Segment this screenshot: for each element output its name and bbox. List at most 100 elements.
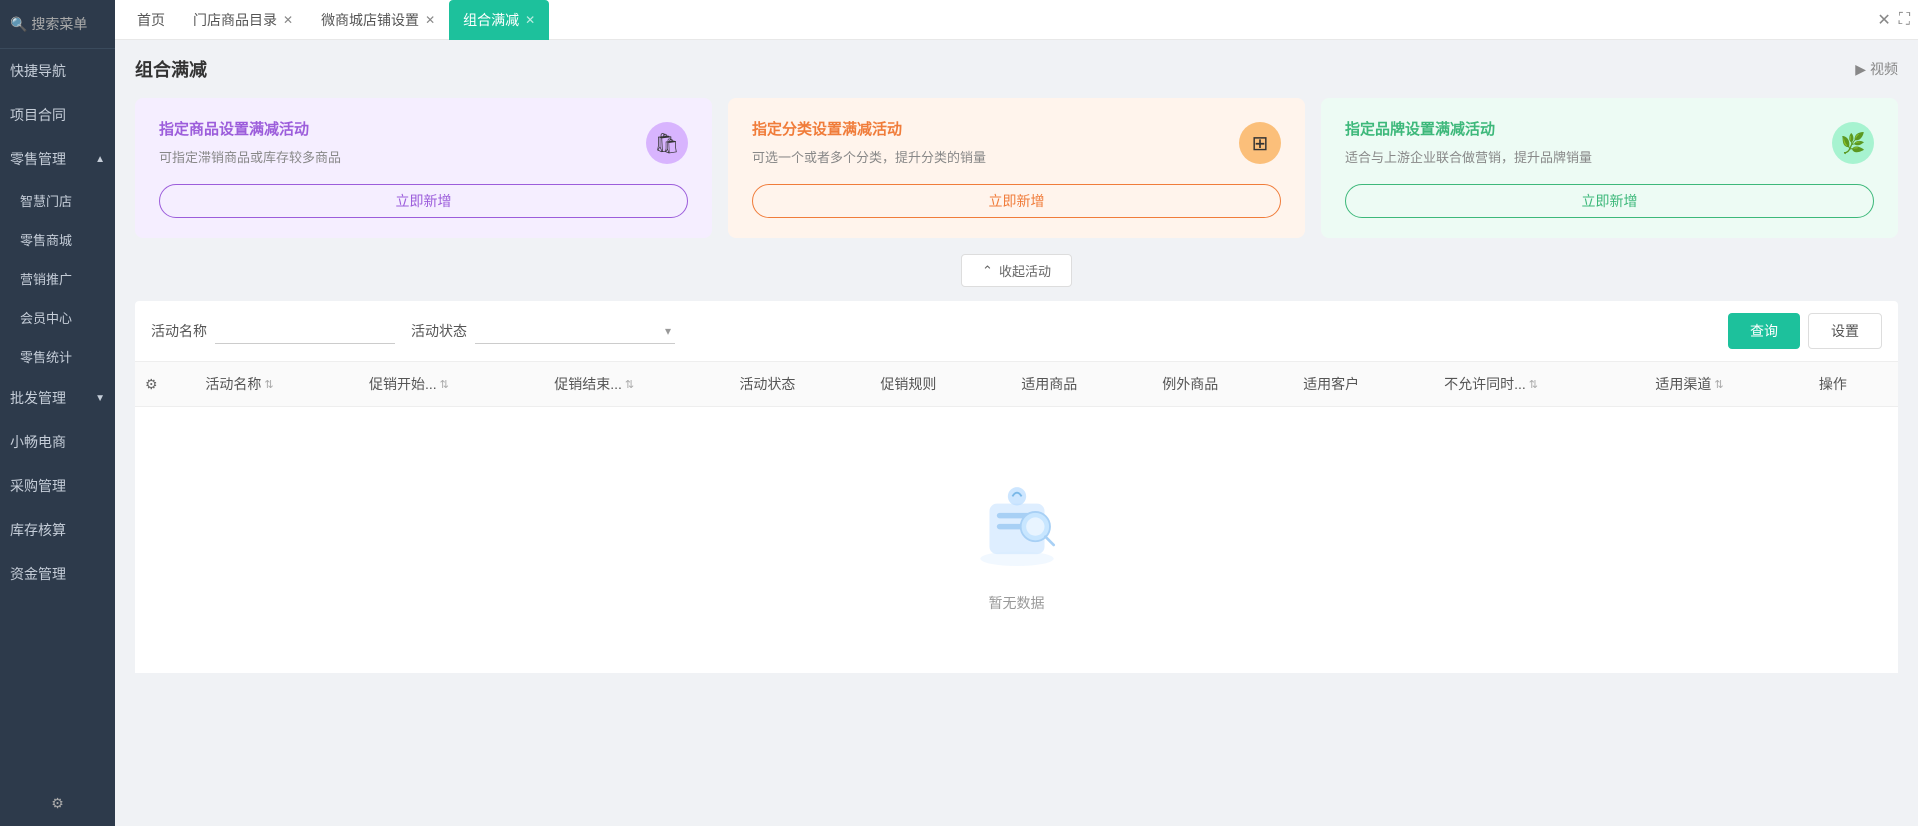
- sidebar-item-retail-stats[interactable]: 零售统计: [0, 337, 115, 376]
- table-col-start-label: 促销开始...: [369, 374, 437, 394]
- sidebar-item-label: 营销推广: [20, 272, 72, 287]
- tab-home[interactable]: 首页: [123, 0, 179, 40]
- setting-btn[interactable]: 设置: [1808, 313, 1882, 349]
- page-title: 组合满减: [135, 56, 207, 82]
- sort-icon: ⇅: [1529, 378, 1538, 391]
- sidebar-item-quick-nav[interactable]: 快捷导航: [0, 49, 115, 93]
- sidebar-item-retail-mall[interactable]: 零售商城: [0, 220, 115, 259]
- table-col-customer: 适用客户: [1293, 362, 1434, 407]
- sidebar-item-label: 库存核算: [10, 520, 66, 540]
- category-card-add-btn[interactable]: 立即新增: [752, 184, 1281, 218]
- product-promo-card: 指定商品设置满减活动 🛍 可指定滞销商品或库存较多商品 立即新增: [135, 98, 712, 238]
- tab-wechat-store-label: 微商城店铺设置: [321, 10, 419, 30]
- table-col-customer-label: 适用客户: [1303, 374, 1359, 394]
- sidebar-item-label: 批发管理: [10, 388, 66, 408]
- leaf-icon: 🌿: [1841, 131, 1866, 156]
- bag-icon: 🛍: [654, 131, 679, 156]
- sidebar-item-label: 会员中心: [20, 311, 72, 326]
- search-icon: 🔍: [10, 16, 27, 32]
- empty-state: 暂无数据: [135, 407, 1898, 673]
- sidebar-item-xiaowei-ecom[interactable]: 小畅电商: [0, 420, 115, 464]
- tabs-bar: 首页 门店商品目录 ✕ 微商城店铺设置 ✕ 组合满减 ✕ ✕ ⛶: [115, 0, 1918, 40]
- product-card-add-btn[interactable]: 立即新增: [159, 184, 688, 218]
- tab-store-products[interactable]: 门店商品目录 ✕: [179, 0, 307, 40]
- promo-cards-row: 指定商品设置满减活动 🛍 可指定滞销商品或库存较多商品 立即新增 指定分类设置满…: [135, 98, 1898, 238]
- page-content: 组合满减 ▶ 视频 指定商品设置满减活动 🛍 可指定滞销商品或库存较多商品 立即…: [115, 40, 1918, 826]
- category-card-icon: ⊞: [1239, 122, 1281, 164]
- maximize-icon[interactable]: ⛶: [1899, 11, 1910, 29]
- sidebar-item-member-center[interactable]: 会员中心: [0, 298, 115, 337]
- brand-card-title: 指定品牌设置满减活动: [1345, 118, 1874, 139]
- category-promo-card: 指定分类设置满减活动 ⊞ 可选一个或者多个分类，提升分类的销量 立即新增: [728, 98, 1305, 238]
- sort-icon: ⇅: [625, 378, 634, 391]
- sidebar-item-project-contract[interactable]: 项目合同: [0, 93, 115, 137]
- activity-status-select[interactable]: 进行中 已结束 未开始: [475, 319, 675, 344]
- tab-combo-discount[interactable]: 组合满减 ✕: [449, 0, 549, 40]
- collapse-bar: ⌃ 收起活动: [135, 254, 1898, 287]
- collapse-icon: ⌃: [982, 263, 993, 279]
- sidebar-search[interactable]: 🔍 搜索菜单: [0, 0, 115, 49]
- sidebar-item-inventory-calc[interactable]: 库存核算: [0, 508, 115, 552]
- sidebar-search-label: 搜索菜单: [31, 16, 87, 32]
- sidebar-item-label: 小畅电商: [10, 432, 66, 452]
- filter-status-label: 活动状态: [411, 321, 467, 341]
- sort-icon: ⇅: [1714, 378, 1723, 391]
- table-settings-icon[interactable]: ⚙: [145, 376, 158, 393]
- close-store-products-icon[interactable]: ✕: [283, 13, 293, 27]
- sidebar-settings[interactable]: ⚙: [0, 781, 115, 826]
- close-wechat-store-icon[interactable]: ✕: [425, 13, 435, 27]
- close-combo-discount-icon[interactable]: ✕: [525, 13, 535, 27]
- close-window-icon[interactable]: ✕: [1877, 10, 1890, 30]
- table-col-rule: 促销规则: [870, 362, 1011, 407]
- play-icon: ▶: [1855, 61, 1866, 78]
- brand-promo-card: 指定品牌设置满减活动 🌿 适合与上游企业联合做营销，提升品牌销量 立即新增: [1321, 98, 1898, 238]
- table-col-channel[interactable]: 适用渠道 ⇅: [1645, 362, 1809, 407]
- tab-wechat-store[interactable]: 微商城店铺设置 ✕: [307, 0, 449, 40]
- tab-home-label: 首页: [137, 10, 165, 30]
- sidebar-item-label: 采购管理: [10, 476, 66, 496]
- sidebar-item-wholesale-mgmt[interactable]: 批发管理 ▼: [0, 376, 115, 420]
- collapse-activities-btn[interactable]: ⌃ 收起活动: [961, 254, 1072, 287]
- sidebar-item-retail-mgmt[interactable]: 零售管理 ▲: [0, 137, 115, 181]
- table-col-settings[interactable]: ⚙: [135, 362, 195, 407]
- table-col-no-concurrent[interactable]: 不允许同时... ⇅: [1434, 362, 1645, 407]
- video-label: 视频: [1870, 59, 1898, 79]
- table-col-end[interactable]: 促销结束... ⇅: [544, 362, 729, 407]
- sort-icon: ⇅: [264, 378, 273, 391]
- table-col-name[interactable]: 活动名称 ⇅: [195, 362, 359, 407]
- brand-card-icon: 🌿: [1832, 122, 1874, 164]
- collapse-label: 收起活动: [999, 261, 1051, 280]
- filter-status-field: 活动状态 进行中 已结束 未开始 ▾: [411, 319, 675, 344]
- grid-icon: ⊞: [1252, 131, 1269, 156]
- table-col-goods: 适用商品: [1011, 362, 1152, 407]
- chevron-down-icon: ▼: [95, 393, 105, 404]
- sidebar-item-smart-store[interactable]: 智慧门店: [0, 181, 115, 220]
- table-col-exception-label: 例外商品: [1162, 374, 1218, 394]
- brand-card-add-btn[interactable]: 立即新增: [1345, 184, 1874, 218]
- category-card-title: 指定分类设置满减活动: [752, 118, 1281, 139]
- sidebar-item-label: 快捷导航: [10, 61, 66, 81]
- activities-table: ⚙ 活动名称 ⇅ 促销开始... ⇅: [135, 361, 1898, 673]
- product-card-desc: 可指定滞销商品或库存较多商品: [159, 147, 688, 172]
- sidebar-item-purchase-mgmt[interactable]: 采购管理: [0, 464, 115, 508]
- sidebar-item-label: 零售管理: [10, 149, 66, 169]
- filter-name-field: 活动名称: [151, 319, 395, 344]
- sidebar-item-fund-mgmt[interactable]: 资金管理: [0, 552, 115, 596]
- table-col-goods-label: 适用商品: [1021, 374, 1077, 394]
- sidebar-item-label: 智慧门店: [20, 194, 72, 209]
- sort-icon: ⇅: [440, 378, 449, 391]
- sidebar-item-marketing[interactable]: 营销推广: [0, 259, 115, 298]
- product-card-icon: 🛍: [646, 122, 688, 164]
- tab-combo-discount-label: 组合满减: [463, 10, 519, 30]
- table-col-start[interactable]: 促销开始... ⇅: [359, 362, 544, 407]
- activity-name-input[interactable]: [215, 319, 395, 344]
- video-link[interactable]: ▶ 视频: [1855, 59, 1898, 79]
- page-header: 组合满减 ▶ 视频: [135, 56, 1898, 82]
- table-col-status: 活动状态: [729, 362, 870, 407]
- filter-actions: 查询 设置: [1728, 313, 1882, 349]
- status-select-wrapper: 进行中 已结束 未开始 ▾: [475, 319, 675, 344]
- product-card-title: 指定商品设置满减活动: [159, 118, 688, 139]
- query-btn[interactable]: 查询: [1728, 313, 1800, 349]
- table-col-end-label: 促销结束...: [554, 374, 622, 394]
- table-col-rule-label: 促销规则: [880, 374, 936, 394]
